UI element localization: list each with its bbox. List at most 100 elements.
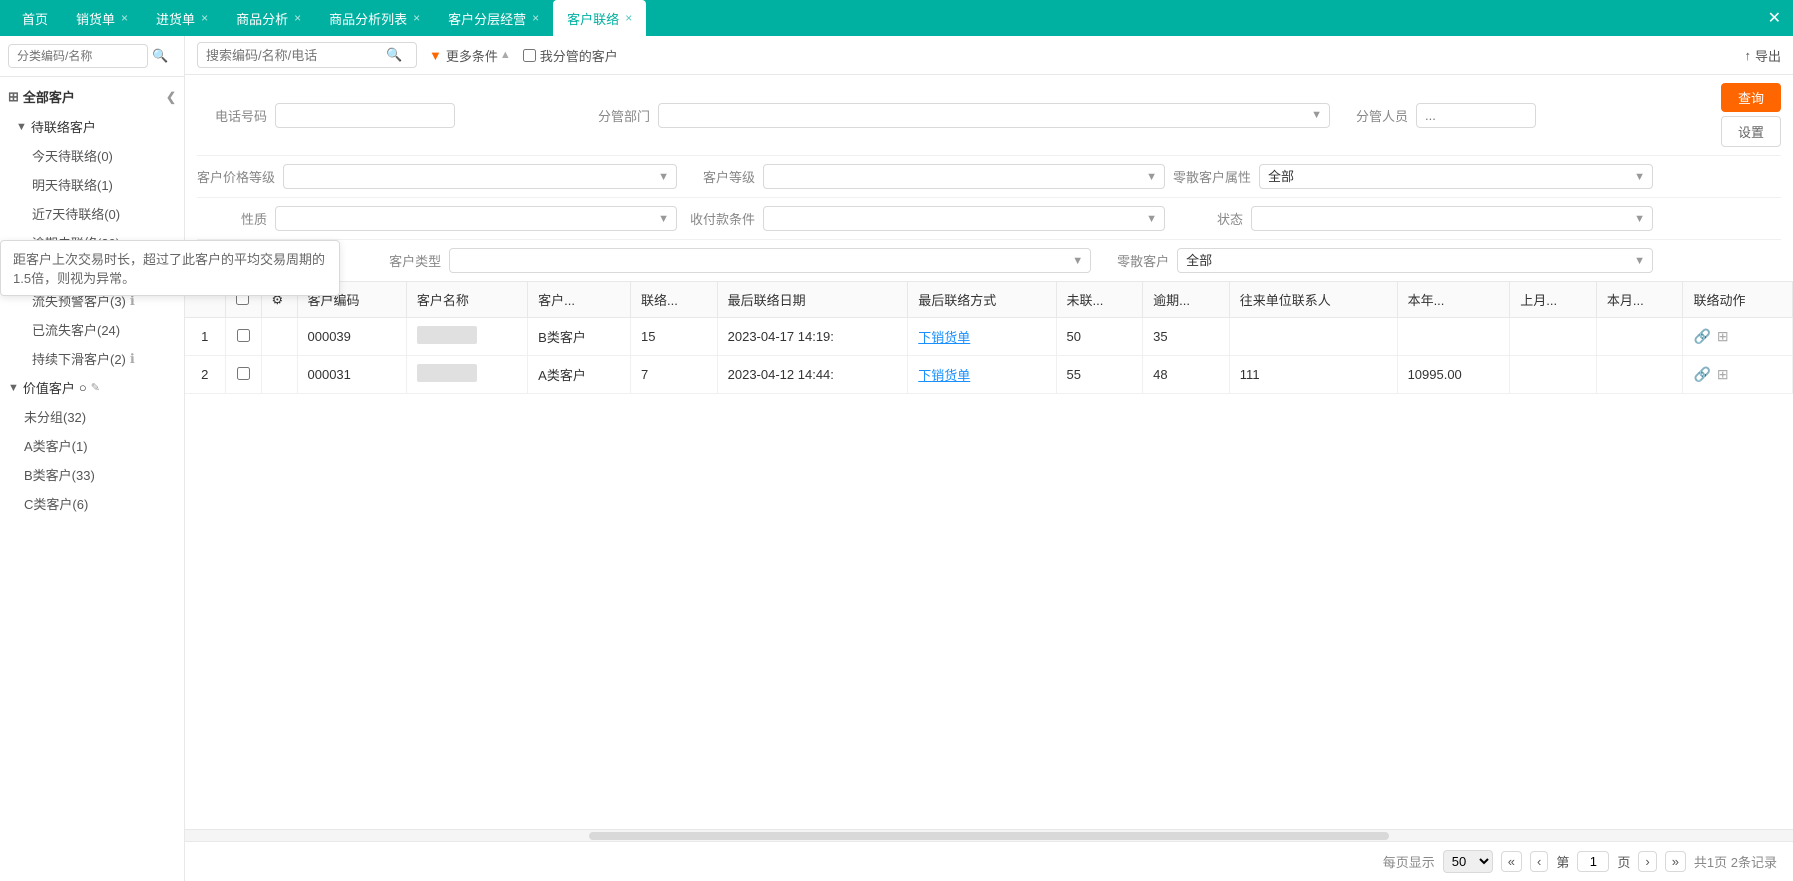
th-last-contact-method: 最后联络方式 — [908, 282, 1056, 318]
pending-contact-group[interactable]: ▼ 待联络客户 — [0, 112, 184, 141]
sidebar-a-customers[interactable]: A类客户(1) — [0, 431, 184, 460]
row1-grid-icon[interactable]: ⊞ — [1717, 328, 1729, 345]
close-contact-tab[interactable]: × — [625, 11, 632, 25]
sidebar-tomorrow-pending[interactable]: 明天待联络(1) — [0, 170, 184, 199]
sidebar-all-customers[interactable]: ⊞ 全部客户 ❮ — [0, 81, 184, 112]
scatter-customers-select[interactable]: 全部 — [1177, 248, 1653, 273]
page-of-label: 页 — [1617, 852, 1630, 871]
row2-num: 2 — [185, 356, 225, 394]
hscroll-bar[interactable] — [185, 829, 1793, 841]
row2-last-method[interactable]: 下销货单 — [908, 356, 1056, 394]
scatter-attr-select-wrapper: 全部 ▼ — [1259, 164, 1653, 189]
manager-field: 分管人员 — [1338, 103, 1713, 128]
nature-select[interactable] — [275, 206, 677, 231]
row2-type: A类客户 — [528, 356, 631, 394]
row2-name[interactable] — [406, 356, 527, 394]
sidebar: 🔍 ⊞ 全部客户 ❮ ▼ 待联络客户 今天待联络(0) 明天待联络(1) 近7天… — [0, 36, 185, 881]
price-grade-label: 客户价格等级 — [197, 167, 275, 186]
sidebar-c-customers[interactable]: C类客户(6) — [0, 489, 184, 518]
nav-home[interactable]: 首页 — [8, 0, 62, 36]
row1-checkbox — [225, 318, 261, 356]
row1-contact: 15 — [631, 318, 718, 356]
filter-search-box: 🔍 — [197, 42, 417, 68]
close-segment-tab[interactable]: × — [532, 11, 539, 25]
per-page-select[interactable]: 50 — [1443, 850, 1493, 873]
row2-settings — [261, 356, 297, 394]
customer-grade-label: 客户等级 — [685, 167, 755, 186]
table-body: 1 000039 B类客户 15 2023-04-17 14:19: — [185, 318, 1793, 394]
row1-check[interactable] — [237, 329, 250, 342]
row1-last-method[interactable]: 下销货单 — [908, 318, 1056, 356]
close-purchase-tab[interactable]: × — [201, 11, 208, 25]
customer-type-label: 客户类型 — [371, 251, 441, 270]
content-area: 🔍 ▼ 更多条件 ▲ 我分管的客户 ↑ 导出 电话号码 — [185, 36, 1793, 881]
export-btn[interactable]: ↑ 导出 — [1744, 46, 1781, 65]
sidebar-churned[interactable]: 已流失客户(24) — [0, 315, 184, 344]
page-num-input[interactable] — [1577, 851, 1609, 872]
phone-label: 电话号码 — [197, 106, 267, 125]
customer-type-select[interactable] — [449, 248, 1091, 273]
close-analysis-tab[interactable]: × — [294, 11, 301, 25]
sidebar-ungroup[interactable]: 未分组(32) — [0, 402, 184, 431]
close-analysis-list-tab[interactable]: × — [413, 11, 420, 25]
first-page-btn[interactable]: « — [1501, 851, 1522, 872]
th-this-year: 本年... — [1397, 282, 1510, 318]
nav-customer-segment[interactable]: 客户分层经营 × — [434, 0, 553, 36]
my-customers-check[interactable] — [523, 49, 536, 62]
status-label: 状态 — [1173, 209, 1243, 228]
nav-analysis-list[interactable]: 商品分析列表 × — [315, 0, 434, 36]
price-grade-select[interactable] — [283, 164, 677, 189]
row1-num: 1 — [185, 318, 225, 356]
window-close[interactable]: ✕ — [1768, 8, 1781, 28]
filter-search-input[interactable] — [206, 48, 386, 63]
status-select[interactable] — [1251, 206, 1653, 231]
sidebar-search-area: 🔍 — [0, 36, 184, 77]
customer-grade-select[interactable] — [763, 164, 1165, 189]
row1-name[interactable] — [406, 318, 527, 356]
row1-contact-person — [1229, 318, 1397, 356]
next-page-btn[interactable]: › — [1638, 851, 1656, 872]
customer-grade-field: 客户等级 ▼ — [685, 164, 1165, 189]
declining-info-icon[interactable]: ℹ — [130, 351, 135, 367]
settings-button[interactable]: 设置 — [1721, 116, 1781, 147]
sidebar-b-customers[interactable]: B类客户(33) — [0, 460, 184, 489]
row2-check[interactable] — [237, 367, 250, 380]
dept-select[interactable] — [658, 103, 1330, 128]
manager-input[interactable] — [1416, 103, 1536, 128]
dept-field: 分管部门 ▼ — [580, 103, 1330, 128]
phone-input[interactable] — [275, 103, 455, 128]
nav-purchase[interactable]: 进货单 × — [142, 0, 222, 36]
th-contact: 联络... — [631, 282, 718, 318]
nav-analysis[interactable]: 商品分析 × — [222, 0, 315, 36]
close-sales-tab[interactable]: × — [121, 11, 128, 25]
value-customers-group[interactable]: ▼ 价值客户 ○ ✎ — [0, 373, 184, 402]
more-conditions-btn[interactable]: ▼ 更多条件 ▲ — [429, 46, 511, 65]
nav-sales[interactable]: 销货单 × — [62, 0, 142, 36]
sidebar-today-pending[interactable]: 今天待联络(0) — [0, 141, 184, 170]
sidebar-search-input[interactable] — [8, 44, 148, 68]
filter-search-icon[interactable]: 🔍 — [386, 47, 402, 63]
scatter-customers-select-wrapper: 全部 ▼ — [1177, 248, 1653, 273]
nav-customer-contact[interactable]: 客户联络 × — [553, 0, 646, 36]
collapse-sidebar-btn[interactable]: ❮ — [166, 90, 176, 104]
hscroll-thumb[interactable] — [589, 832, 1389, 840]
sidebar-7days-pending[interactable]: 近7天待联络(0) — [0, 199, 184, 228]
dept-select-wrapper: ▼ — [658, 103, 1330, 128]
value-group-edit-icon[interactable]: ✎ — [91, 381, 100, 394]
sidebar-search-icon[interactable]: 🔍 — [152, 48, 168, 64]
per-page-label: 每页显示 — [1383, 852, 1435, 871]
query-button[interactable]: 查询 — [1721, 83, 1781, 112]
table-row: 2 000031 A类客户 7 2023-04-12 14:44: — [185, 356, 1793, 394]
row2-grid-icon[interactable]: ⊞ — [1717, 366, 1729, 383]
row1-this-month — [1596, 318, 1683, 356]
payment-select[interactable] — [763, 206, 1165, 231]
row2-link-icon[interactable]: 🔗 — [1693, 366, 1710, 383]
row2-checkbox — [225, 356, 261, 394]
prev-page-btn[interactable]: ‹ — [1530, 851, 1548, 872]
top-nav: 首页 销货单 × 进货单 × 商品分析 × 商品分析列表 × 客户分层经营 × … — [0, 0, 1793, 36]
sidebar-declining[interactable]: 持续下滑客户(2) ℹ — [0, 344, 184, 373]
scatter-attr-select[interactable]: 全部 — [1259, 164, 1653, 189]
my-customers-checkbox[interactable]: 我分管的客户 — [523, 46, 618, 65]
last-page-btn[interactable]: » — [1665, 851, 1686, 872]
row1-link-icon[interactable]: 🔗 — [1693, 328, 1710, 345]
